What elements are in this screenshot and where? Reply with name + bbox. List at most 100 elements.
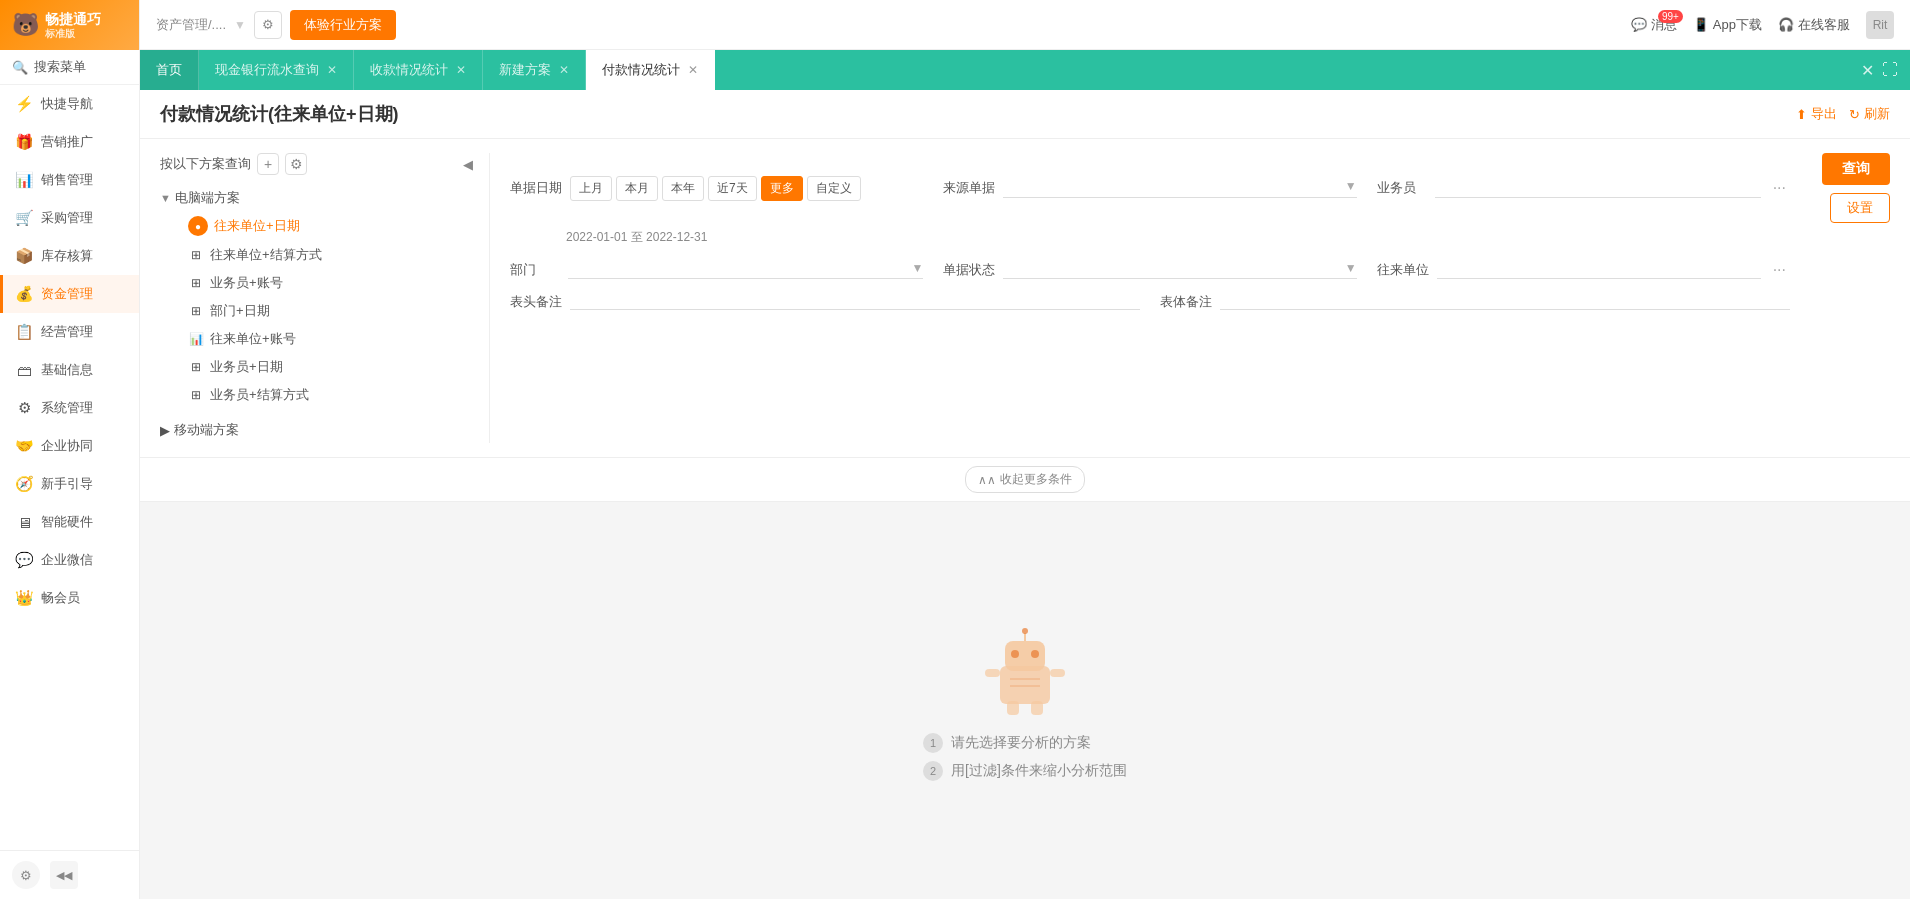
sidebar-item-guide[interactable]: 🧭 新手引导 <box>0 465 139 503</box>
scheme-item-party-date[interactable]: ● 往来单位+日期 <box>180 211 473 241</box>
tab-close-all-icon[interactable]: ✕ <box>1861 61 1874 80</box>
date-btn-more[interactable]: 更多 <box>761 176 803 201</box>
salesperson-input[interactable] <box>1435 179 1761 194</box>
export-icon: ⬆ <box>1796 107 1807 122</box>
trial-button[interactable]: 体验行业方案 <box>290 10 396 40</box>
scheme-item-staff-settle[interactable]: ⊞ 业务员+结算方式 <box>180 381 473 409</box>
sidebar-search[interactable]: 🔍 搜索菜单 <box>0 50 139 85</box>
header-settings-btn[interactable]: ⚙ <box>254 11 282 39</box>
sidebar-item-hardware[interactable]: 🖥 智能硬件 <box>0 503 139 541</box>
date-btn-this-year[interactable]: 本年 <box>662 176 704 201</box>
sidebar-item-label: 库存核算 <box>41 247 93 265</box>
tab-newplan[interactable]: 新建方案 ✕ <box>483 50 586 90</box>
user-avatar[interactable]: Rit <box>1866 11 1894 39</box>
header-note-field: 表头备注 <box>510 293 1140 311</box>
app-download-btn[interactable]: 📱 App下载 <box>1693 16 1762 34</box>
department-input[interactable] <box>568 260 911 275</box>
scheme-collapse-btn[interactable]: ◀ <box>463 157 473 172</box>
body-note-input[interactable] <box>1220 294 1790 310</box>
bottom-collapse-icon[interactable]: ◀◀ <box>50 861 78 889</box>
scheme-item-dept-date[interactable]: ⊞ 部门+日期 <box>180 297 473 325</box>
scheme-item-staff-date[interactable]: ⊞ 业务员+日期 <box>180 353 473 381</box>
tab-home[interactable]: 首页 <box>140 50 199 90</box>
scheme-item-party-settle[interactable]: ⊞ 往来单位+结算方式 <box>180 241 473 269</box>
online-service-btn[interactable]: 🎧 在线客服 <box>1778 16 1850 34</box>
collapse-bar-btn[interactable]: ∧∧ 收起更多条件 <box>965 466 1085 493</box>
sidebar-item-sales[interactable]: 📊 销售管理 <box>0 161 139 199</box>
sidebar-item-finance[interactable]: 💰 资金管理 <box>0 275 139 313</box>
salesperson-select[interactable] <box>1435 179 1761 198</box>
doc-status-input[interactable] <box>1003 260 1344 275</box>
doc-status-select[interactable]: ▼ <box>1003 260 1356 279</box>
page-title: 付款情况统计(往来单位+日期) <box>160 102 399 126</box>
tip-num-1: 1 <box>923 733 943 753</box>
scheme-settings-btn[interactable]: ⚙ <box>285 153 307 175</box>
scheme-item-staff-account[interactable]: ⊞ 业务员+账号 <box>180 269 473 297</box>
tab-bank-close[interactable]: ✕ <box>327 63 337 77</box>
tip-item-2: 2 用[过滤]条件来缩小分析范围 <box>923 761 1127 781</box>
system-icon: ⚙ <box>15 399 33 417</box>
tip-num-2: 2 <box>923 761 943 781</box>
tab-collection[interactable]: 收款情况统计 ✕ <box>354 50 483 90</box>
breadcrumb: 资产管理/.... <box>156 16 226 34</box>
collapse-up-icon: ∧∧ <box>978 473 996 487</box>
source-doc-select[interactable]: ▼ <box>1003 179 1356 198</box>
date-range-text: 2022-01-01 至 2022-12-31 <box>566 230 707 244</box>
basic-icon: 🗃 <box>15 361 33 379</box>
page-header: 付款情况统计(往来单位+日期) ⬆ 导出 ↻ 刷新 <box>140 90 1910 139</box>
collapse-bar[interactable]: ∧∧ 收起更多条件 <box>140 458 1910 502</box>
date-btn-this-month[interactable]: 本月 <box>616 176 658 201</box>
sidebar-item-member[interactable]: 👑 畅会员 <box>0 579 139 617</box>
salesperson-dots-icon[interactable]: ··· <box>1769 179 1790 197</box>
sidebar-item-wechat[interactable]: 💬 企业微信 <box>0 541 139 579</box>
department-label: 部门 <box>510 261 560 279</box>
sidebar-item-marketing[interactable]: 🎁 营销推广 <box>0 123 139 161</box>
filter-section: 按以下方案查询 + ⚙ ◀ ▼ 电脑端方案 ● 往来单位+日期 <box>140 139 1910 458</box>
mobile-group-header[interactable]: ▶ 移动端方案 <box>160 417 473 443</box>
related-party-select[interactable] <box>1437 260 1761 279</box>
settings-button[interactable]: 设置 <box>1830 193 1890 223</box>
sidebar-item-inventory[interactable]: 📦 库存核算 <box>0 237 139 275</box>
top-header: 资产管理/.... ▼ ⚙ 体验行业方案 💬 消息 99+ 📱 App下载 🎧 … <box>140 0 1910 50</box>
related-party-dots-icon[interactable]: ··· <box>1769 261 1790 279</box>
scheme-item-party-account[interactable]: 📊 往来单位+账号 <box>180 325 473 353</box>
sales-icon: 📊 <box>15 171 33 189</box>
tab-collection-close[interactable]: ✕ <box>456 63 466 77</box>
sidebar-item-basic[interactable]: 🗃 基础信息 <box>0 351 139 389</box>
date-btn-last-month[interactable]: 上月 <box>570 176 612 201</box>
sidebar-item-operations[interactable]: 📋 经营管理 <box>0 313 139 351</box>
sidebar-item-system[interactable]: ⚙ 系统管理 <box>0 389 139 427</box>
filter-fields-panel: 单据日期 上月 本月 本年 近7天 更多 自定义 来源单据 <box>490 153 1890 443</box>
refresh-btn[interactable]: ↻ 刷新 <box>1849 105 1890 123</box>
robot-svg <box>975 621 1075 721</box>
collapse-label: 收起更多条件 <box>1000 471 1072 488</box>
tab-newplan-close[interactable]: ✕ <box>559 63 569 77</box>
desktop-group-header[interactable]: ▼ 电脑端方案 <box>160 185 473 211</box>
sidebar-item-enterprise[interactable]: 🤝 企业协同 <box>0 427 139 465</box>
header-note-input[interactable] <box>570 294 1140 310</box>
quicknav-icon: ⚡ <box>15 95 33 113</box>
export-btn[interactable]: ⬆ 导出 <box>1796 105 1837 123</box>
content-area: 付款情况统计(往来单位+日期) ⬆ 导出 ↻ 刷新 按以下方案查询 + ⚙ <box>140 90 1910 899</box>
empty-state: 1 请先选择要分析的方案 2 用[过滤]条件来缩小分析范围 <box>140 502 1910 899</box>
sidebar-item-quicknav[interactable]: ⚡ 快捷导航 <box>0 85 139 123</box>
inventory-icon: 📦 <box>15 247 33 265</box>
department-select[interactable]: ▼ <box>568 260 923 279</box>
desktop-scheme-group: ▼ 电脑端方案 ● 往来单位+日期 ⊞ 往来单位+结算方式 ⊞ <box>160 185 473 409</box>
source-doc-input[interactable] <box>1003 179 1344 194</box>
date-btn-custom[interactable]: 自定义 <box>807 176 861 201</box>
tab-payment-close[interactable]: ✕ <box>688 63 698 77</box>
empty-state-illustration <box>975 621 1075 721</box>
bottom-settings-icon[interactable]: ⚙ <box>12 861 40 889</box>
related-party-input[interactable] <box>1437 260 1761 275</box>
tab-maximize-icon[interactable]: ⛶ <box>1882 61 1898 79</box>
tab-payment[interactable]: 付款情况统计 ✕ <box>586 50 715 90</box>
add-scheme-btn[interactable]: + <box>257 153 279 175</box>
date-range-display: 2022-01-01 至 2022-12-31 <box>566 229 1890 246</box>
sidebar-item-purchase[interactable]: 🛒 采购管理 <box>0 199 139 237</box>
messages-btn[interactable]: 💬 消息 99+ <box>1631 16 1677 34</box>
app-icon: 📱 <box>1693 17 1709 32</box>
query-button[interactable]: 查询 <box>1822 153 1890 185</box>
tab-bank[interactable]: 现金银行流水查询 ✕ <box>199 50 354 90</box>
date-btn-7days[interactable]: 近7天 <box>708 176 757 201</box>
